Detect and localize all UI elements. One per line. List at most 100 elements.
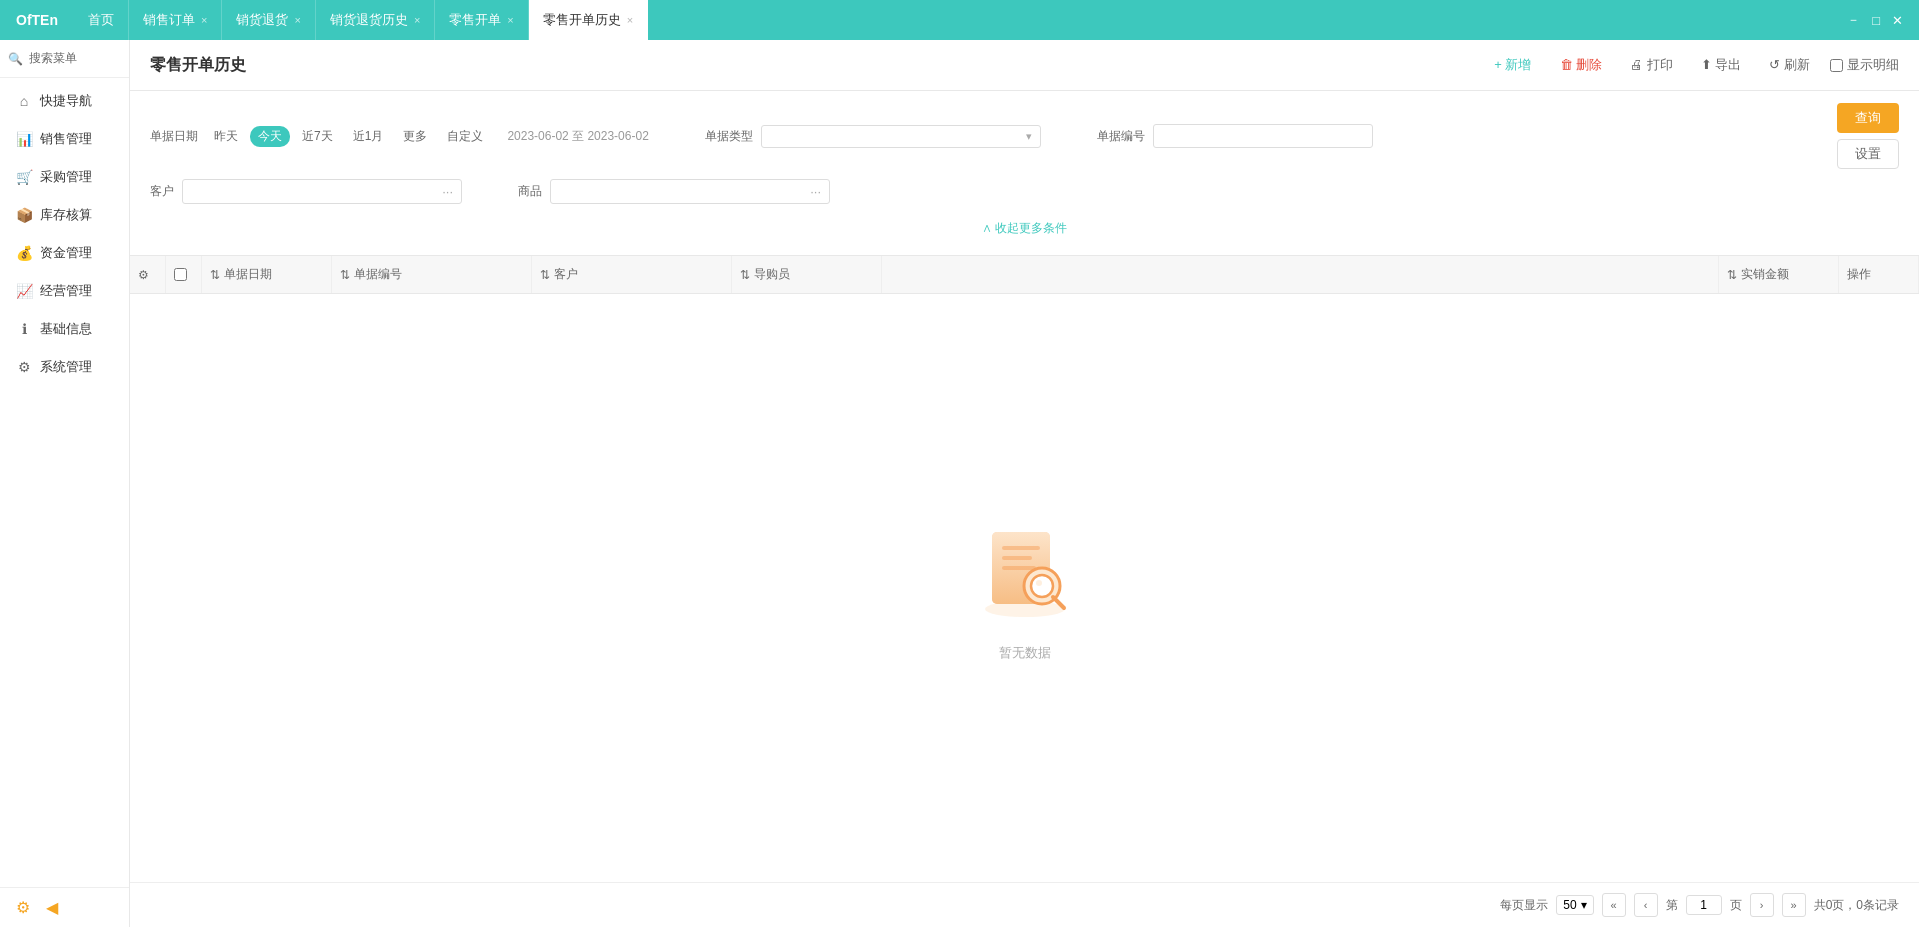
nav-item-资金管理[interactable]: 💰资金管理 xyxy=(0,234,129,272)
query-button[interactable]: 查询 xyxy=(1837,103,1899,133)
tab-close-销售订单[interactable]: × xyxy=(201,14,207,26)
th-amount-sort-icon[interactable]: ⇅ xyxy=(1727,268,1737,282)
tab-close-零售开单[interactable]: × xyxy=(507,14,513,26)
page-of-label: 第 xyxy=(1666,897,1678,914)
tab-零售开单[interactable]: 零售开单× xyxy=(435,0,528,40)
page-number-input[interactable] xyxy=(1686,895,1722,915)
minimize-btn[interactable]: － xyxy=(1847,11,1860,29)
sidebar-settings-icon[interactable]: ⚙ xyxy=(16,898,30,917)
th-billno: ⇅ 单据编号 xyxy=(332,256,532,293)
first-page-btn[interactable]: « xyxy=(1602,893,1626,917)
tab-销售订单[interactable]: 销售订单× xyxy=(129,0,222,40)
pagination: 每页显示 50 ▾ « ‹ 第 页 › » 共0页，0条记录 xyxy=(130,882,1919,927)
window-controls: － □ ✕ xyxy=(1847,11,1919,29)
tab-零售开单历史[interactable]: 零售开单历史× xyxy=(529,0,648,40)
th-billno-label: 单据编号 xyxy=(354,266,402,283)
th-date-label: 单据日期 xyxy=(224,266,272,283)
maximize-btn[interactable]: □ xyxy=(1872,13,1880,28)
page-label: 页 xyxy=(1730,897,1742,914)
page-size-label: 每页显示 xyxy=(1500,897,1548,914)
bill-no-label: 单据编号 xyxy=(1097,128,1145,145)
nav-icon: ⌂ xyxy=(16,93,32,109)
tab-close-销货退货历史[interactable]: × xyxy=(414,14,420,26)
th-customer: ⇅ 客户 xyxy=(532,256,732,293)
nav-label: 系统管理 xyxy=(40,358,92,376)
th-amount: ⇅ 实销金额 xyxy=(1719,256,1839,293)
content-area: 零售开单历史 + 新增 🗑 删除 🖨 打印 ⬆ 导出 ↺ 刷新 显示明细 单据日… xyxy=(130,40,1919,927)
th-date-sort-icon[interactable]: ⇅ xyxy=(210,268,220,282)
tab-销货退货[interactable]: 销货退货× xyxy=(222,0,315,40)
th-amount-label: 实销金额 xyxy=(1741,266,1789,283)
nav-item-采购管理[interactable]: 🛒采购管理 xyxy=(0,158,129,196)
customer-dots[interactable]: ··· xyxy=(442,184,453,199)
total-info: 共0页，0条记录 xyxy=(1814,897,1899,914)
th-salesperson-sort-icon[interactable]: ⇅ xyxy=(740,268,750,282)
th-customer-sort-icon[interactable]: ⇅ xyxy=(540,268,550,282)
nav-item-快捷导航[interactable]: ⌂快捷导航 xyxy=(0,82,129,120)
sidebar-search[interactable]: 🔍 搜索菜单 xyxy=(0,40,129,78)
collapse-more-btn[interactable]: ∧ 收起更多条件 xyxy=(150,214,1899,243)
nav-icon: 📈 xyxy=(16,283,32,299)
nav-item-基础信息[interactable]: ℹ基础信息 xyxy=(0,310,129,348)
date-range-text: 2023-06-02 至 2023-06-02 xyxy=(507,128,648,145)
th-settings[interactable]: ⚙ xyxy=(130,256,166,293)
nav-item-经营管理[interactable]: 📈经营管理 xyxy=(0,272,129,310)
th-extra xyxy=(882,256,1719,293)
nav-icon: ℹ xyxy=(16,321,32,337)
th-customer-label: 客户 xyxy=(554,266,578,283)
select-all-checkbox[interactable] xyxy=(174,268,187,281)
tab-close-零售开单历史[interactable]: × xyxy=(627,14,633,26)
display-detail-checkbox[interactable] xyxy=(1830,59,1843,72)
display-detail-label: 显示明细 xyxy=(1830,56,1899,74)
goods-select[interactable]: ··· xyxy=(550,179,830,204)
empty-illustration xyxy=(970,514,1080,628)
table-body: 暂无数据 xyxy=(130,294,1919,882)
print-button[interactable]: 🖨 打印 xyxy=(1622,52,1681,78)
tab-首页[interactable]: 首页 xyxy=(74,0,129,40)
th-billno-sort-icon[interactable]: ⇅ xyxy=(340,268,350,282)
next-page-btn[interactable]: › xyxy=(1750,893,1774,917)
date-btn-今天[interactable]: 今天 xyxy=(250,126,290,147)
tab-销货退货历史[interactable]: 销货退货历史× xyxy=(316,0,435,40)
customer-select[interactable]: ··· xyxy=(182,179,462,204)
export-button[interactable]: ⬆ 导出 xyxy=(1693,52,1750,78)
empty-text: 暂无数据 xyxy=(999,644,1051,662)
delete-button[interactable]: 🗑 删除 xyxy=(1552,52,1611,78)
nav-icon: 📊 xyxy=(16,131,32,147)
bill-type-label: 单据类型 xyxy=(705,128,753,145)
prev-page-btn[interactable]: ‹ xyxy=(1634,893,1658,917)
th-checkbox[interactable] xyxy=(166,256,202,293)
date-btn-自定义[interactable]: 自定义 xyxy=(439,126,491,147)
close-btn[interactable]: ✕ xyxy=(1892,13,1903,28)
page-title: 零售开单历史 xyxy=(150,55,246,76)
last-page-btn[interactable]: » xyxy=(1782,893,1806,917)
bill-type-arrow: ▾ xyxy=(1026,130,1032,143)
nav-icon: 📦 xyxy=(16,207,32,223)
bill-no-input[interactable] xyxy=(1153,124,1373,148)
nav-icon: 🛒 xyxy=(16,169,32,185)
date-range-buttons: 昨天今天近7天近1月更多自定义 xyxy=(206,126,491,147)
tab-close-销货退货[interactable]: × xyxy=(294,14,300,26)
filter-section: 单据日期 昨天今天近7天近1月更多自定义 2023-06-02 至 2023-0… xyxy=(130,91,1919,256)
date-btn-近1月[interactable]: 近1月 xyxy=(345,126,392,147)
page-header: 零售开单历史 + 新增 🗑 删除 🖨 打印 ⬆ 导出 ↺ 刷新 显示明细 xyxy=(130,40,1919,91)
date-btn-更多[interactable]: 更多 xyxy=(395,126,435,147)
add-button[interactable]: + 新增 xyxy=(1486,52,1539,78)
page-size-select[interactable]: 50 ▾ xyxy=(1556,895,1593,915)
sidebar: 🔍 搜索菜单 ⌂快捷导航 📊 销售管理 🛒采购管理 📦 库存核算 💰资金管理📈经营管理ℹ基础… xyxy=(0,40,130,927)
page-actions: + 新增 🗑 删除 🖨 打印 ⬆ 导出 ↺ 刷新 显示明细 xyxy=(1486,52,1899,78)
table-header: ⚙ ⇅ 单据日期 ⇅ 单据编号 ⇅ 客户 ⇅ xyxy=(130,256,1919,294)
nav-label: 库存核算 xyxy=(40,206,92,224)
nav-label: 销售管理 xyxy=(40,130,92,148)
settings-button[interactable]: 设置 xyxy=(1837,139,1899,169)
goods-dots[interactable]: ··· xyxy=(810,184,821,199)
sidebar-collapse-icon[interactable]: ◀ xyxy=(46,898,58,917)
nav-item-系统管理[interactable]: ⚙系统管理 xyxy=(0,348,129,386)
search-icon: 🔍 xyxy=(8,52,23,66)
nav-item-销售管理[interactable]: 📊 销售管理 xyxy=(0,120,129,158)
nav-item-库存核算[interactable]: 📦 库存核算 xyxy=(0,196,129,234)
bill-type-select[interactable]: ▾ xyxy=(761,125,1041,148)
refresh-button[interactable]: ↺ 刷新 xyxy=(1761,52,1818,78)
date-btn-近7天[interactable]: 近7天 xyxy=(294,126,341,147)
date-btn-昨天[interactable]: 昨天 xyxy=(206,126,246,147)
